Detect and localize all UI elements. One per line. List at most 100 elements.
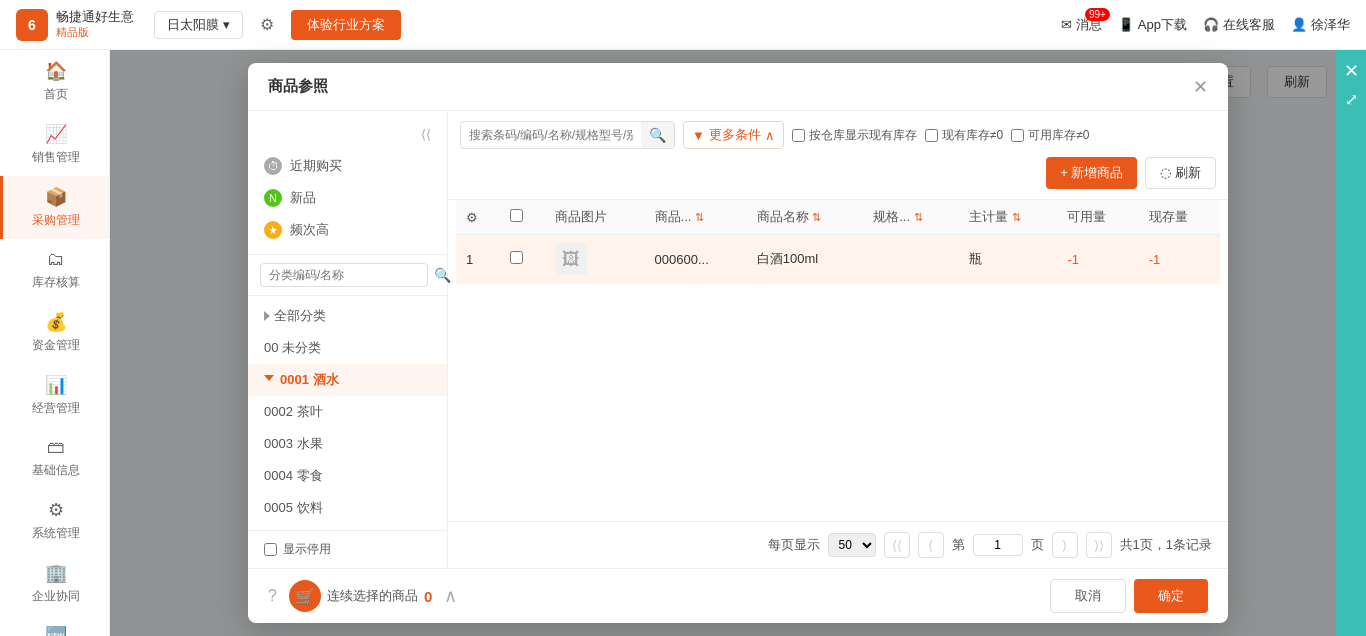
sidebar-item-inventory[interactable]: 🗂 库存核算 <box>0 239 109 301</box>
table-body: 1 🖼 000600... 白酒100ml 瓶 <box>456 235 1220 284</box>
sidebar-inventory-label: 库存核算 <box>32 274 80 291</box>
category-all[interactable]: 全部分类 <box>248 300 447 332</box>
category-liquor[interactable]: 0001 酒水 <box>248 364 447 396</box>
nav-selector-text: 日太阳膜 <box>167 16 219 34</box>
sidebar-item-sales[interactable]: 📈 销售管理 <box>0 113 109 176</box>
warehouse-checkbox[interactable] <box>792 129 805 142</box>
product-search-icon[interactable]: 🔍 <box>641 122 674 148</box>
category-fruit[interactable]: 0003 水果 <box>248 428 447 460</box>
sidebar-item-finance[interactable]: 💰 资金管理 <box>0 301 109 364</box>
refresh-button[interactable]: ◌ 刷新 <box>1145 157 1216 189</box>
total-records-label: 共1页，1条记录 <box>1120 536 1212 554</box>
user-nav-item[interactable]: 👤 徐泽华 <box>1291 16 1350 34</box>
right-mini-panel: ✕ ⤢ <box>1336 50 1366 636</box>
usable-check-label: 可用库存≠0 <box>1028 127 1089 144</box>
modal-close-button[interactable]: ✕ <box>1193 78 1208 96</box>
prev-page-button[interactable]: ⟨ <box>918 532 944 558</box>
row-available: -1 <box>1057 235 1138 284</box>
row-name: 白酒100ml <box>747 235 864 284</box>
show-disabled-checkbox[interactable] <box>264 543 277 556</box>
inventory-icon: 🗂 <box>47 249 65 270</box>
product-table-wrap: ⚙ 商品图片 商品... ⇅ 商品名称 ⇅ 规格... ⇅ 主计量 ⇅ 可用量 <box>448 200 1228 521</box>
modal-overlay: 商品参照 ✕ ⟨⟨ ⏱ 近期购买 <box>110 50 1366 636</box>
toolbar-right: + 新增商品 ◌ 刷新 <box>1046 157 1216 189</box>
category-snacks[interactable]: 0004 零食 <box>248 460 447 492</box>
col-unit[interactable]: 主计量 ⇅ <box>959 200 1058 235</box>
sidebar-item-home[interactable]: 🏠 首页 <box>0 50 109 113</box>
available-check-item[interactable]: 现有库存≠0 <box>925 127 1003 144</box>
sort-unit-icon: ⇅ <box>1012 211 1021 223</box>
last-page-button[interactable]: ⟩⟩ <box>1086 532 1112 558</box>
sales-icon: 📈 <box>45 123 67 145</box>
nav-selector[interactable]: 日太阳膜 ▾ <box>154 11 243 39</box>
category-drinks[interactable]: 0005 饮料 <box>248 492 447 524</box>
cancel-button[interactable]: 取消 <box>1050 579 1126 613</box>
sort-spec-icon: ⇅ <box>914 211 923 223</box>
per-page-select[interactable]: 50 <box>828 533 876 557</box>
sidebar-item-basic-info[interactable]: 🗃 基础信息 <box>0 427 109 489</box>
next-page-button[interactable]: ⟩ <box>1052 532 1078 558</box>
first-page-button[interactable]: ⟨⟨ <box>884 532 910 558</box>
usable-checkbox[interactable] <box>1011 129 1024 142</box>
col-code[interactable]: 商品... ⇅ <box>645 200 747 235</box>
sidebar-item-purchase[interactable]: 📦 采购管理 <box>0 176 109 239</box>
guide-icon: 🆕 <box>45 625 67 636</box>
collapse-button[interactable]: ⟨⟨ <box>413 121 439 148</box>
warehouse-check-item[interactable]: 按仓库显示现有库存 <box>792 127 917 144</box>
confirm-button[interactable]: 确定 <box>1134 579 1208 613</box>
filter-up-icon: ∧ <box>765 128 775 143</box>
sidebar-item-system[interactable]: ⚙ 系统管理 <box>0 489 109 552</box>
clock-icon: ⏱ <box>264 157 282 175</box>
pagination: 每页显示 50 ⟨⟨ ⟨ 第 页 ⟩ ⟩⟩ 共1页，1条记录 <box>448 521 1228 568</box>
top-nav: 6 畅捷通好生意 精品版 日太阳膜 ▾ ⚙ 体验行业方案 ✉ 消息 99+ 📱 … <box>0 0 1366 50</box>
filter-icon: ▼ <box>692 128 705 143</box>
quick-item-recent[interactable]: ⏱ 近期购买 <box>248 150 447 182</box>
expand-down-icon <box>264 375 274 386</box>
quick-new-label: 新品 <box>290 189 316 207</box>
new-icon: N <box>264 189 282 207</box>
sidebar-item-guide[interactable]: 🆕 新手引导 <box>0 615 109 636</box>
quick-item-new[interactable]: N 新品 <box>248 182 447 214</box>
cart-collapse-icon[interactable]: ∧ <box>444 585 457 607</box>
page-number-input[interactable] <box>973 534 1023 556</box>
mini-close-icon[interactable]: ✕ <box>1344 60 1359 82</box>
cart-text-label: 连续选择的商品 <box>327 587 418 605</box>
add-product-button[interactable]: + 新增商品 <box>1046 157 1137 189</box>
quick-item-frequent[interactable]: ★ 频次高 <box>248 214 447 246</box>
category-search-input[interactable] <box>260 263 428 287</box>
table-row[interactable]: 1 🖼 000600... 白酒100ml 瓶 <box>456 235 1220 284</box>
sidebar-home-label: 首页 <box>44 86 68 103</box>
col-name[interactable]: 商品名称 ⇅ <box>747 200 864 235</box>
category-tea[interactable]: 0002 茶叶 <box>248 396 447 428</box>
messages-nav-item[interactable]: ✉ 消息 99+ <box>1061 16 1102 34</box>
expand-icon <box>264 311 270 321</box>
basic-info-icon: 🗃 <box>47 437 65 458</box>
help-icon[interactable]: ? <box>268 587 277 605</box>
sidebar-finance-label: 资金管理 <box>32 337 80 354</box>
select-all-checkbox[interactable] <box>510 209 523 222</box>
app-download-label: App下载 <box>1138 16 1187 34</box>
cart-icon[interactable]: 🛒 <box>289 580 321 612</box>
col-spec[interactable]: 规格... ⇅ <box>863 200 959 235</box>
brand-sub: 精品版 <box>56 25 134 40</box>
app-download-nav-item[interactable]: 📱 App下载 <box>1118 16 1187 34</box>
row-checkbox[interactable] <box>510 251 523 264</box>
sidebar-item-operations[interactable]: 📊 经营管理 <box>0 364 109 427</box>
sidebar-item-enterprise[interactable]: 🏢 企业协同 <box>0 552 109 615</box>
product-image: 🖼 <box>555 243 587 275</box>
row-unit: 瓶 <box>959 235 1058 284</box>
row-image-cell: 🖼 <box>545 235 644 284</box>
enterprise-icon: 🏢 <box>45 562 67 584</box>
product-search-input[interactable] <box>461 123 641 147</box>
mini-expand-icon[interactable]: ⤢ <box>1345 90 1358 109</box>
product-reference-modal: 商品参照 ✕ ⟨⟨ ⏱ 近期购买 <box>248 63 1228 623</box>
trial-button[interactable]: 体验行业方案 <box>291 10 401 40</box>
available-checkbox[interactable] <box>925 129 938 142</box>
gear-icon[interactable]: ⚙ <box>251 9 283 41</box>
col-settings[interactable]: ⚙ <box>456 200 500 235</box>
nav-right: ✉ 消息 99+ 📱 App下载 🎧 在线客服 👤 徐泽华 <box>1061 16 1350 34</box>
usable-check-item[interactable]: 可用库存≠0 <box>1011 127 1089 144</box>
category-uncategorized[interactable]: 00 未分类 <box>248 332 447 364</box>
filter-button[interactable]: ▼ 更多条件 ∧ <box>683 121 784 149</box>
customer-service-nav-item[interactable]: 🎧 在线客服 <box>1203 16 1275 34</box>
